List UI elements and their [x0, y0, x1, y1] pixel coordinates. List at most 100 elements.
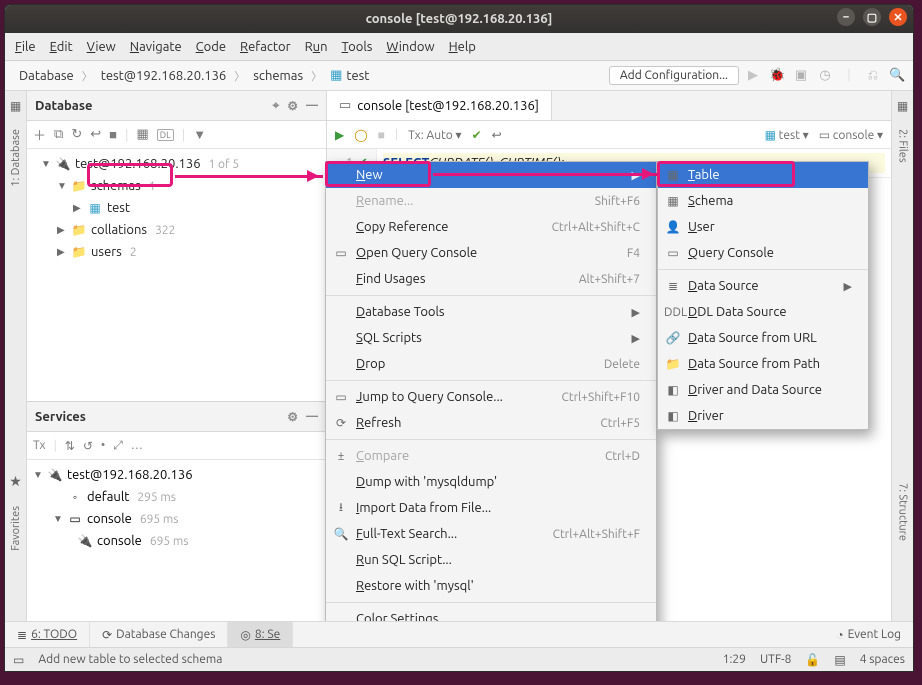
tool-icon[interactable]: ▦ [10, 99, 21, 113]
right-tab-structure[interactable]: 7: Structure [895, 479, 911, 545]
stop-icon[interactable]: ■ [109, 127, 117, 142]
indent-icon[interactable]: ▤ [834, 653, 845, 667]
bottom-tab-eventlog[interactable]: ◔Event Log [824, 622, 913, 647]
menu-code[interactable]: Code [196, 40, 226, 54]
left-tab-database[interactable]: 1: Database [8, 125, 24, 191]
submenu-item-table[interactable]: ▦Table [658, 162, 868, 188]
crumb-database[interactable]: Database [13, 67, 80, 85]
tree-test-schema[interactable]: ▶ ▦ test [27, 197, 326, 219]
commit-icon[interactable]: ✔ [472, 128, 482, 142]
session-selector[interactable]: ▭ console ▾ [819, 128, 883, 142]
svc-console-group[interactable]: ▼ ▭ console695 ms [27, 508, 326, 530]
menu-file[interactable]: File [15, 40, 36, 54]
menu-item-run-sql-script[interactable]: Run SQL Script... [326, 547, 656, 573]
tree-collations[interactable]: ▶ 📁 collations 322 [27, 219, 326, 241]
close-button[interactable]: ✕ [889, 8, 907, 26]
status-encoding[interactable]: UTF-8 [760, 653, 791, 666]
menu-item-rename[interactable]: Rename...Shift+F6 [326, 188, 656, 214]
svc-root[interactable]: ▼🔌 test@192.168.20.136 [27, 464, 326, 486]
tree-schemas[interactable]: ▼ 📁 schemas 1 [27, 175, 326, 197]
maximize-button[interactable]: ▢ [863, 8, 881, 26]
stop-icon[interactable]: ■ [378, 128, 385, 142]
menu-item-compare[interactable]: ±CompareCtrl+D [326, 443, 656, 469]
submenu-item-schema[interactable]: ▦Schema [658, 188, 868, 214]
rollback-icon[interactable]: ↩ [90, 127, 101, 142]
menu-item-jump-to-query-console[interactable]: ▭Jump to Query Console...Ctrl+Shift+F10 [326, 384, 656, 410]
menu-item-open-query-console[interactable]: ▭Open Query ConsoleF4 [326, 240, 656, 266]
svc-console-leaf[interactable]: 🔌 console695 ms [27, 530, 326, 552]
submenu-item-query-console[interactable]: ▭Query Console [658, 240, 868, 266]
menu-item-refresh[interactable]: ⟳RefreshCtrl+F5 [326, 410, 656, 436]
submenu-item-data-source-from-url[interactable]: 🔗Data Source from URL [658, 325, 868, 351]
schema-selector[interactable]: ▦ test ▾ [765, 128, 809, 142]
tree-connection[interactable]: ▼ 🔌 test@192.168.20.136 1 of 5 [27, 153, 326, 175]
commit-icon[interactable]: ⇅ [65, 439, 75, 453]
menu-edit[interactable]: Edit [50, 40, 73, 54]
hide-icon[interactable]: — [306, 99, 318, 113]
left-tab-favorites-star[interactable]: ★ [9, 473, 22, 490]
menu-item-copy-reference[interactable]: Copy ReferenceCtrl+Alt+Shift+C [326, 214, 656, 240]
submenu-item-ddl-data-source[interactable]: DDLDDL Data Source [658, 299, 868, 325]
coverage-icon[interactable]: ▣ [793, 68, 809, 83]
menu-tools[interactable]: Tools [342, 40, 373, 54]
status-indent[interactable]: 4 spaces [860, 653, 905, 666]
menu-refactor[interactable]: Refactor [240, 40, 291, 54]
run-config-select[interactable]: Add Configuration... [609, 66, 739, 85]
ddl-icon[interactable]: DL [157, 129, 174, 141]
menu-run[interactable]: Run [305, 40, 328, 54]
gear-icon[interactable]: ⚙ [287, 410, 298, 424]
target-icon[interactable]: ⌖ [272, 99, 279, 113]
menu-window[interactable]: Window [386, 40, 434, 54]
menu-help[interactable]: Help [449, 40, 476, 54]
submenu-item-driver-and-data-source[interactable]: ◧Driver and Data Source [658, 377, 868, 403]
minimize-button[interactable]: – [837, 8, 855, 26]
run-icon[interactable]: ▶ [335, 128, 344, 142]
crumb-schemas[interactable]: schemas [247, 67, 309, 85]
crumb-connection[interactable]: test@192.168.20.136 [95, 67, 233, 85]
submenu-item-data-source-from-path[interactable]: 📁Data Source from Path [658, 351, 868, 377]
menu-navigate[interactable]: Navigate [130, 40, 182, 54]
more-icon[interactable]: … [131, 439, 143, 452]
hide-icon[interactable]: — [306, 410, 318, 424]
menu-item-full-text-search[interactable]: 🔍Full-Text Search...Ctrl+Alt+Shift+F [326, 521, 656, 547]
submenu-item-data-source[interactable]: ≣Data Source▶ [658, 273, 868, 299]
lock-icon[interactable]: 🔓 [805, 653, 820, 667]
menu-view[interactable]: View [87, 40, 116, 54]
vcs-icon[interactable]: ⎌ [865, 68, 881, 83]
table-icon[interactable]: ▦ [136, 127, 148, 142]
gear-icon[interactable]: ⚙ [287, 99, 298, 113]
menu-item-dump-with-mysqldump[interactable]: Dump with 'mysqldump' [326, 469, 656, 495]
left-tab-favorites[interactable]: Favorites [8, 502, 24, 555]
right-tab-files[interactable]: 2: Files [895, 125, 911, 167]
bottom-tab-dbchanges[interactable]: ⟳Database Changes [90, 622, 228, 647]
profile-icon[interactable]: ◷ [817, 68, 833, 83]
menu-item-import-data-from-file[interactable]: ⭳Import Data from File... [326, 495, 656, 521]
add-icon[interactable]: ＋ [33, 125, 46, 144]
copy-icon[interactable]: ⧉ [54, 127, 63, 142]
editor-tab-console[interactable]: ▭ console [test@192.168.20.136] [327, 91, 552, 120]
menu-item-database-tools[interactable]: Database Tools▶ [326, 299, 656, 325]
menu-item-sql-scripts[interactable]: SQL Scripts▶ [326, 325, 656, 351]
dot-icon[interactable]: • [101, 439, 105, 452]
submenu-item-driver[interactable]: ◧Driver [658, 403, 868, 429]
menu-item-restore-with-mysql[interactable]: Restore with 'mysql' [326, 573, 656, 599]
refresh-icon[interactable]: ↻ [71, 127, 82, 142]
menu-item-find-usages[interactable]: Find UsagesAlt+Shift+7 [326, 266, 656, 292]
rollback-icon[interactable]: ↺ [83, 439, 93, 453]
run-icon[interactable]: ▶ [745, 68, 761, 83]
tx-mode[interactable]: Tx: Auto ▾ [408, 128, 461, 142]
menu-item-color-settings[interactable]: Color Settings... [326, 606, 656, 621]
rollback-icon[interactable]: ↩ [492, 128, 502, 142]
crumb-test[interactable]: ▦test [324, 66, 375, 85]
bottom-tab-services[interactable]: ◎8: Se [228, 622, 293, 647]
tree-users[interactable]: ▶ 📁 users 2 [27, 241, 326, 263]
search-icon[interactable]: 🔍 [889, 68, 905, 83]
expand-icon[interactable]: ⤢ [113, 439, 123, 453]
menu-item-drop[interactable]: DropDelete [326, 351, 656, 377]
tool-icon[interactable]: ▦ [897, 99, 908, 113]
svc-default[interactable]: ◦ default295 ms [27, 486, 326, 508]
bottom-tab-todo[interactable]: ≣6: TODO [5, 622, 90, 647]
plan-icon[interactable]: ◯ [354, 128, 367, 142]
submenu-item-user[interactable]: 👤User [658, 214, 868, 240]
debug-icon[interactable]: 🐞 [769, 68, 785, 83]
